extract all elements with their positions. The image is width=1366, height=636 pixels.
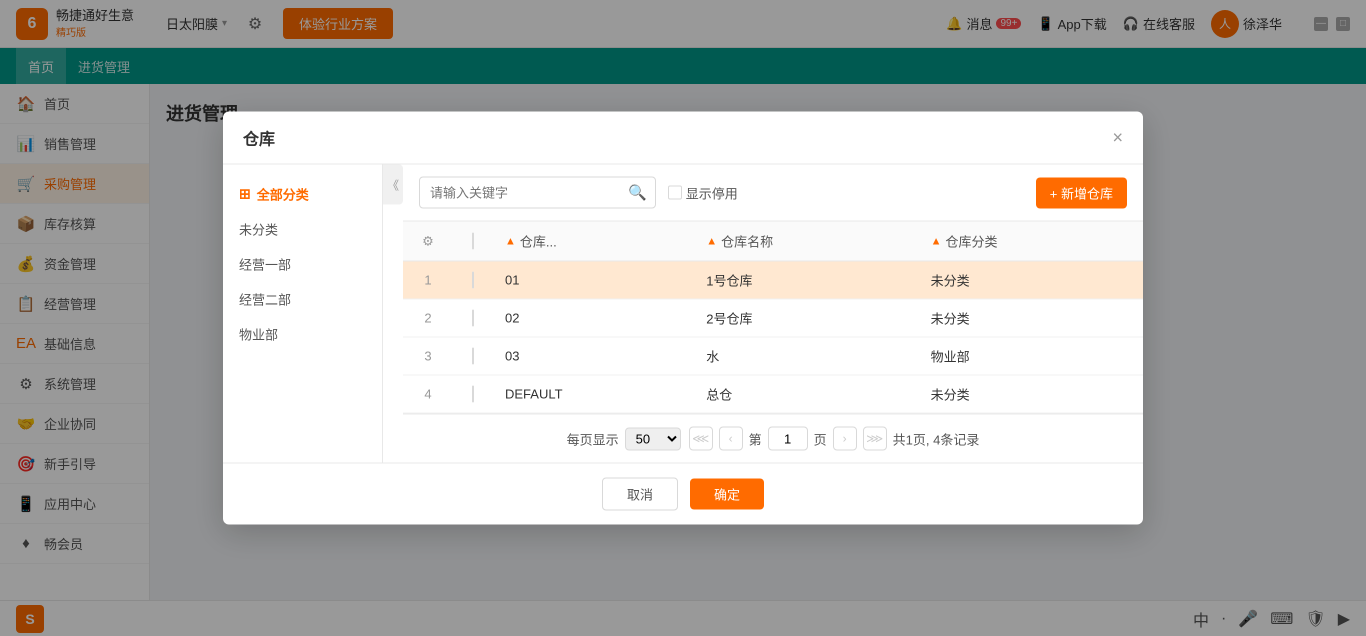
show-disabled-checkbox[interactable]	[668, 186, 682, 200]
cancel-button[interactable]: 取消	[602, 478, 678, 511]
settings-icon: ⚙	[422, 233, 434, 248]
page-number-input[interactable]	[768, 427, 808, 451]
first-page-button[interactable]: ⋘	[689, 427, 713, 451]
category-all[interactable]: ⊞ 全部分类	[223, 177, 382, 212]
add-warehouse-button[interactable]: + 新增仓库	[1036, 177, 1127, 208]
row-code: DEFAULT	[493, 375, 694, 413]
row-checkbox[interactable]	[472, 386, 474, 403]
modal-header: 仓库 ×	[223, 112, 1143, 165]
sort-cat-icon: ▲	[931, 235, 942, 247]
total-info: 共1页, 4条记录	[893, 429, 980, 448]
content-panel: 🔍 显示停用 + 新增仓库 ⚙	[403, 165, 1143, 463]
row-index: 3	[403, 337, 453, 375]
row-checkbox[interactable]	[472, 310, 474, 327]
next-page-button[interactable]: ›	[833, 427, 857, 451]
row-checkbox[interactable]	[472, 348, 474, 365]
confirm-button[interactable]: 确定	[690, 479, 764, 510]
category-all-label: 全部分类	[257, 185, 309, 204]
search-box: 🔍	[419, 177, 656, 209]
row-category: 未分类	[919, 375, 1143, 413]
per-page-select[interactable]: 20 50 100	[625, 427, 681, 450]
row-index: 4	[403, 375, 453, 413]
row-code: 02	[493, 299, 694, 337]
th-code-label: 仓库...	[520, 232, 557, 251]
close-button[interactable]: ×	[1112, 129, 1123, 147]
row-code: 01	[493, 261, 694, 299]
row-name: 2号仓库	[694, 299, 918, 337]
search-icon[interactable]: 🔍	[620, 184, 655, 202]
row-name: 总仓	[694, 375, 918, 413]
toolbar: 🔍 显示停用 + 新增仓库	[403, 165, 1143, 222]
row-name: 1号仓库	[694, 261, 918, 299]
row-check[interactable]	[453, 375, 493, 413]
warehouse-table: ⚙ ▲ 仓库...	[403, 222, 1143, 414]
th-name-label: 仓库名称	[721, 232, 773, 251]
category-property[interactable]: 物业部	[223, 317, 382, 352]
sort-name-icon: ▲	[706, 235, 717, 247]
table-header: ⚙ ▲ 仓库...	[403, 222, 1143, 262]
row-checkbox[interactable]	[472, 272, 474, 289]
page-suffix: 页	[814, 429, 827, 448]
select-all-checkbox[interactable]	[472, 233, 474, 250]
category-unclassified[interactable]: 未分类	[223, 212, 382, 247]
show-disabled-toggle[interactable]: 显示停用	[668, 183, 738, 202]
table-row[interactable]: 4 DEFAULT 总仓 未分类	[403, 375, 1143, 413]
category-ops2[interactable]: 经营二部	[223, 282, 382, 317]
row-category: 物业部	[919, 337, 1143, 375]
table-row[interactable]: 2 02 2号仓库 未分类	[403, 299, 1143, 337]
page-navigation: ⋘ ‹ 第 页 › ⋙ 共1页, 4条记录	[689, 427, 980, 451]
row-index: 2	[403, 299, 453, 337]
modal-footer: 取消 确定	[223, 463, 1143, 525]
th-code: ▲ 仓库...	[493, 222, 694, 262]
row-name: 水	[694, 337, 918, 375]
category-panel: ⊞ 全部分类 未分类 经营一部 经营二部 物业部	[223, 165, 383, 463]
pagination: 每页显示 20 50 100 ⋘ ‹ 第 页 › ⋙ 共1页, 4条记录	[403, 414, 1143, 463]
row-check[interactable]	[453, 337, 493, 375]
sort-icon: ▲	[505, 235, 516, 247]
modal-body: ⊞ 全部分类 未分类 经营一部 经营二部 物业部 《 🔍 显示停用 + 新增仓库	[223, 165, 1143, 463]
row-check[interactable]	[453, 261, 493, 299]
th-name: ▲ 仓库名称	[694, 222, 918, 262]
th-category-label: 仓库分类	[946, 232, 998, 251]
modal-title: 仓库	[243, 126, 275, 150]
th-check	[453, 222, 493, 262]
table-row[interactable]: 3 03 水 物业部	[403, 337, 1143, 375]
th-settings: ⚙	[403, 222, 453, 262]
warehouse-table-area: ⚙ ▲ 仓库...	[403, 222, 1143, 414]
show-disabled-label: 显示停用	[686, 183, 738, 202]
collapse-panel-button[interactable]: 《	[383, 165, 403, 205]
row-category: 未分类	[919, 261, 1143, 299]
search-input[interactable]	[420, 185, 620, 200]
page-label: 第	[749, 429, 762, 448]
table-body: 1 01 1号仓库 未分类 2 02 2号仓库 未分类	[403, 261, 1143, 413]
row-category: 未分类	[919, 299, 1143, 337]
row-index: 1	[403, 261, 453, 299]
row-check[interactable]	[453, 299, 493, 337]
table-row[interactable]: 1 01 1号仓库 未分类	[403, 261, 1143, 299]
th-category: ▲ 仓库分类	[919, 222, 1143, 262]
per-page-label: 每页显示	[567, 429, 619, 448]
category-ops1[interactable]: 经营一部	[223, 247, 382, 282]
grid-icon: ⊞	[239, 186, 251, 203]
last-page-button[interactable]: ⋙	[863, 427, 887, 451]
warehouse-modal: 仓库 × ⊞ 全部分类 未分类 经营一部 经营二部 物业部 《 🔍	[223, 112, 1143, 525]
per-page-selector: 每页显示 20 50 100	[567, 427, 681, 450]
row-code: 03	[493, 337, 694, 375]
prev-page-button[interactable]: ‹	[719, 427, 743, 451]
